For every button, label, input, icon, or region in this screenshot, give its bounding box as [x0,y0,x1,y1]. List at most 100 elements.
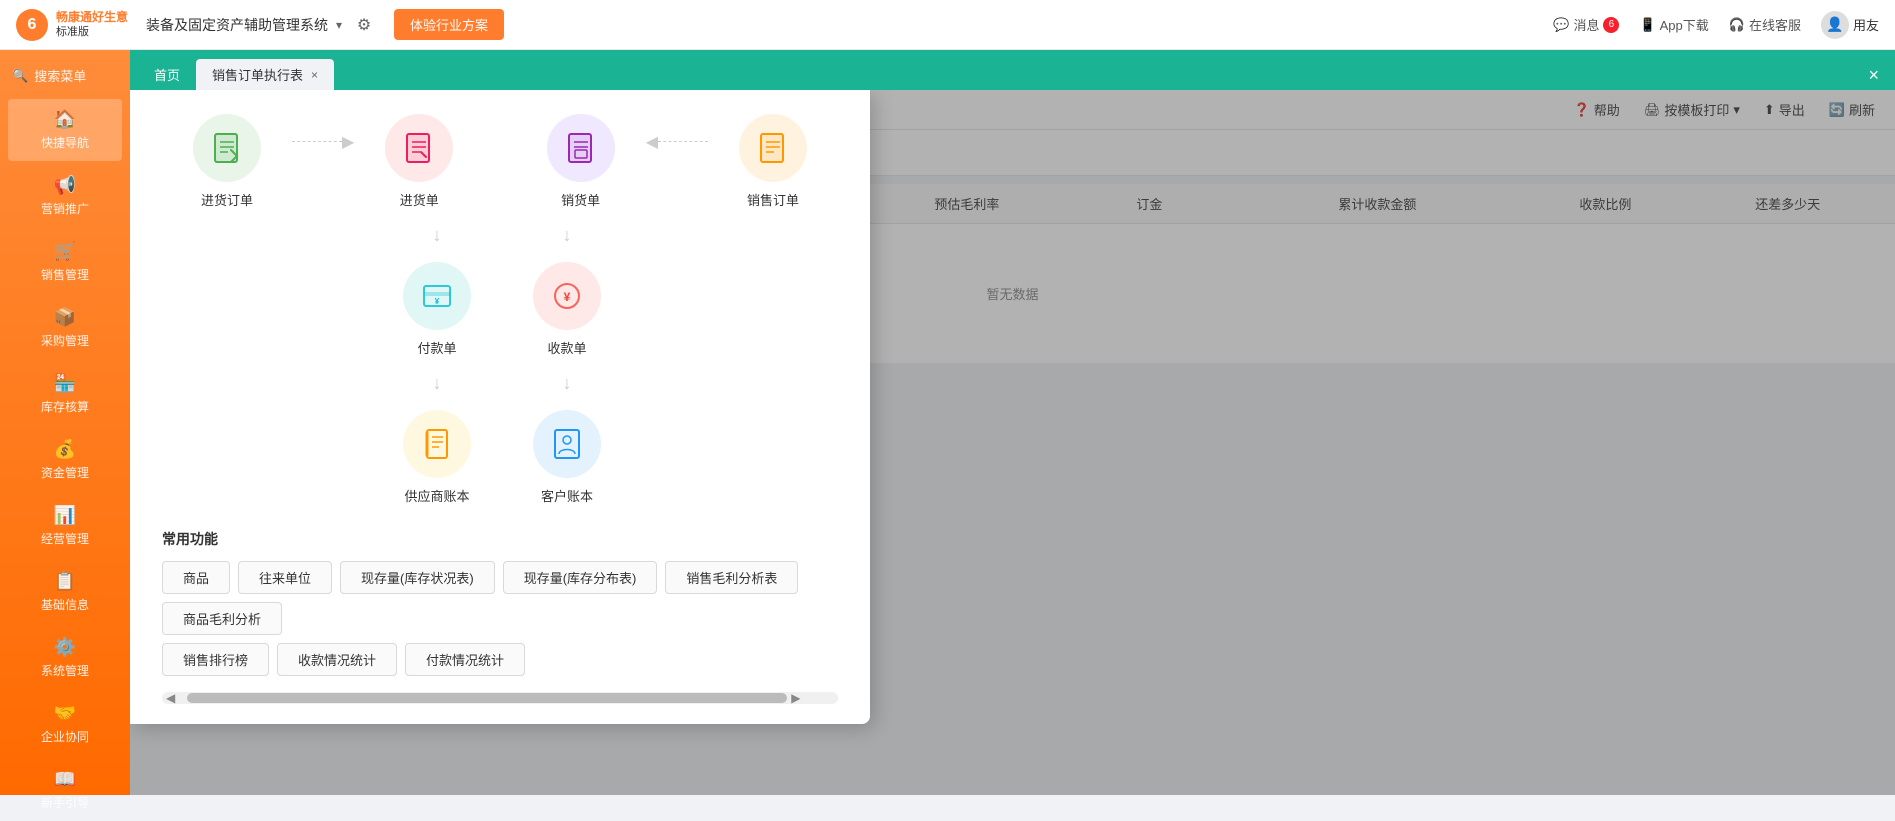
func-btn-product[interactable]: 商品 [162,561,230,594]
purchase-order-circle [193,114,261,182]
flow-node-receipt[interactable]: ¥ 收款单 [502,262,632,357]
app-download-label: App下载 [1660,15,1709,34]
func-btn-payment-stats[interactable]: 付款情况统计 [405,643,525,676]
spacer2-left [162,373,292,394]
sales-bill-circle [547,114,615,182]
message-icon: 💬 [1553,17,1569,33]
spacer2-right [712,373,842,394]
flow-node-supplier-ledger[interactable]: 供应商账本 [372,410,502,505]
experience-button[interactable]: 体验行业方案 [394,9,504,40]
operations-icon: 📊 [54,505,76,526]
func-btn-stock-dist[interactable]: 现存量(库存分布表) [503,561,658,594]
system-icon: ⚙️ [54,637,76,658]
receipt-label: 收款单 [547,338,586,357]
sidebar-item-label: 库存核算 [41,398,89,415]
flow-row-1: 进货订单 ▶ [162,114,838,209]
tab-bar: 首页 销售订单执行表 × × [130,50,1895,90]
message-button[interactable]: 💬 消息 6 [1553,15,1619,34]
sidebar-item-operations[interactable]: 📊 经营管理 [8,495,122,557]
tab-label: 销售订单执行表 [212,65,303,84]
search-menu-button[interactable]: 🔍 搜索菜单 [0,58,130,93]
app-download-button[interactable]: 📱 App下载 [1639,15,1708,34]
content-area: 首页 销售订单执行表 × × ❓ 帮助 🖨 按模板打印 ▾ [130,50,1895,795]
spacer-left [162,225,292,246]
sidebar-item-newbie[interactable]: 📖 新手引导 [8,759,122,821]
func-btn-product-gross[interactable]: 商品毛利分析 [162,602,282,635]
func-btn-partner[interactable]: 往来单位 [238,561,332,594]
header-right: 💬 消息 6 📱 App下载 🎧 在线客服 👤 用友 [1553,11,1879,39]
app-download-icon: 📱 [1639,17,1655,33]
tab-sales-execution[interactable]: 销售订单执行表 × [196,59,334,90]
sidebar-item-label: 资金管理 [41,464,89,481]
online-service-button[interactable]: 🎧 在线客服 [1729,15,1801,34]
flow-row-3: 供应商账本 客户账本 [162,410,838,505]
down-arrows-row: ↓ ↓ [162,225,838,246]
receipt-circle: ¥ [533,262,601,330]
logo-text: 畅康通好生意 标准版 [56,10,128,40]
logo-icon: 6 [16,9,48,41]
sidebar-item-label: 销售管理 [41,266,89,283]
sidebar-item-inventory[interactable]: 🏪 库存核算 [8,363,122,425]
user-area[interactable]: 👤 用友 [1821,11,1879,39]
search-menu-label: 搜索菜单 [34,66,86,85]
scrollbar-thumb[interactable] [187,693,787,703]
spacer2-arrow-area [292,373,372,394]
purchase-bill-label: 进货单 [400,190,439,209]
top-header: 6 畅康通好生意 标准版 装备及固定资产辅助管理系统 ▾ ⚙ 体验行业方案 💬 … [0,0,1895,50]
tab-home[interactable]: 首页 [138,59,196,90]
newbie-icon: 📖 [54,769,76,790]
quick-nav-modal: 进货订单 ▶ [130,90,870,724]
sidebar-item-purchase[interactable]: 📦 采购管理 [8,297,122,359]
flow-row-2: ¥ 付款单 ¥ [162,262,838,357]
flow-node-sales-bill[interactable]: 销货单 [516,114,646,209]
brand-name: 畅康通好生意 [56,10,128,26]
sidebar-item-enterprise[interactable]: 🤝 企业协同 [8,693,122,755]
payment-circle: ¥ [403,262,471,330]
sidebar: 🔍 搜索菜单 🏠 快捷导航 📢 营销推广 🛒 销售管理 📦 采购管理 🏪 库存核… [0,50,130,795]
payment-label: 付款单 [417,338,456,357]
search-icon: 🔍 [12,68,28,84]
svg-text:¥: ¥ [435,297,440,306]
tab-bar-close-button[interactable]: × [1860,61,1887,90]
system-dropdown-button[interactable]: ▾ [336,18,342,32]
func-btn-sales-rank[interactable]: 销售排行榜 [162,643,269,676]
message-badge: 6 [1603,17,1619,33]
scroll-right-button[interactable]: ▶ [787,691,804,705]
system-title: 装备及固定资产辅助管理系统 [146,15,328,35]
arrow-purchase-order-to-bill: ▶ [292,132,354,192]
purchase-bill-circle [385,114,453,182]
flow-node-sales-order[interactable]: 销售订单 [708,114,838,209]
down-arrow-payment: ↓ [372,373,502,394]
sidebar-item-label: 企业协同 [41,728,89,745]
flow-node-customer-ledger[interactable]: 客户账本 [502,410,632,505]
sidebar-item-marketing[interactable]: 📢 营销推广 [8,165,122,227]
purchase-icon: 📦 [54,307,76,328]
purchase-order-label: 进货订单 [201,190,253,209]
func-btn-receipt-stats[interactable]: 收款情况统计 [277,643,397,676]
sales-order-circle [739,114,807,182]
down-arrows-row-2: ↓ ↓ [162,373,838,394]
scroll-left-button[interactable]: ◀ [162,691,179,705]
page-content: ❓ 帮助 🖨 按模板打印 ▾ ⬆ 导出 🔄 刷新 [130,90,1895,795]
sidebar-item-basic[interactable]: 📋 基础信息 [8,561,122,623]
message-label: 消息 [1573,15,1599,34]
sidebar-item-quick-nav[interactable]: 🏠 快捷导航 [8,99,122,161]
func-btn-sales-gross[interactable]: 销售毛利分析表 [665,561,798,594]
down-arrow-sales: ↓ [502,225,632,246]
system-settings-button[interactable]: ⚙ [350,11,378,39]
common-functions: 常用功能 商品 往来单位 现存量(库存状况表) 现存量(库存分布表) 销售毛利分… [162,529,838,676]
sales-order-label: 销售订单 [747,190,799,209]
flow-node-purchase-bill[interactable]: 进货单 [354,114,484,209]
sidebar-item-finance[interactable]: 💰 资金管理 [8,429,122,491]
flow-node-purchase-order[interactable]: 进货订单 [162,114,292,209]
online-service-label: 在线客服 [1749,15,1801,34]
sidebar-item-label: 经营管理 [41,530,89,547]
sidebar-item-sales[interactable]: 🛒 销售管理 [8,231,122,293]
supplier-ledger-label: 供应商账本 [404,486,469,505]
sidebar-item-system[interactable]: ⚙️ 系统管理 [8,627,122,689]
flow-node-payment[interactable]: ¥ 付款单 [372,262,502,357]
func-btn-stock-status[interactable]: 现存量(库存状况表) [340,561,495,594]
svg-text:¥: ¥ [564,290,571,304]
tab-close-button[interactable]: × [311,68,318,82]
sidebar-item-label: 系统管理 [41,662,89,679]
